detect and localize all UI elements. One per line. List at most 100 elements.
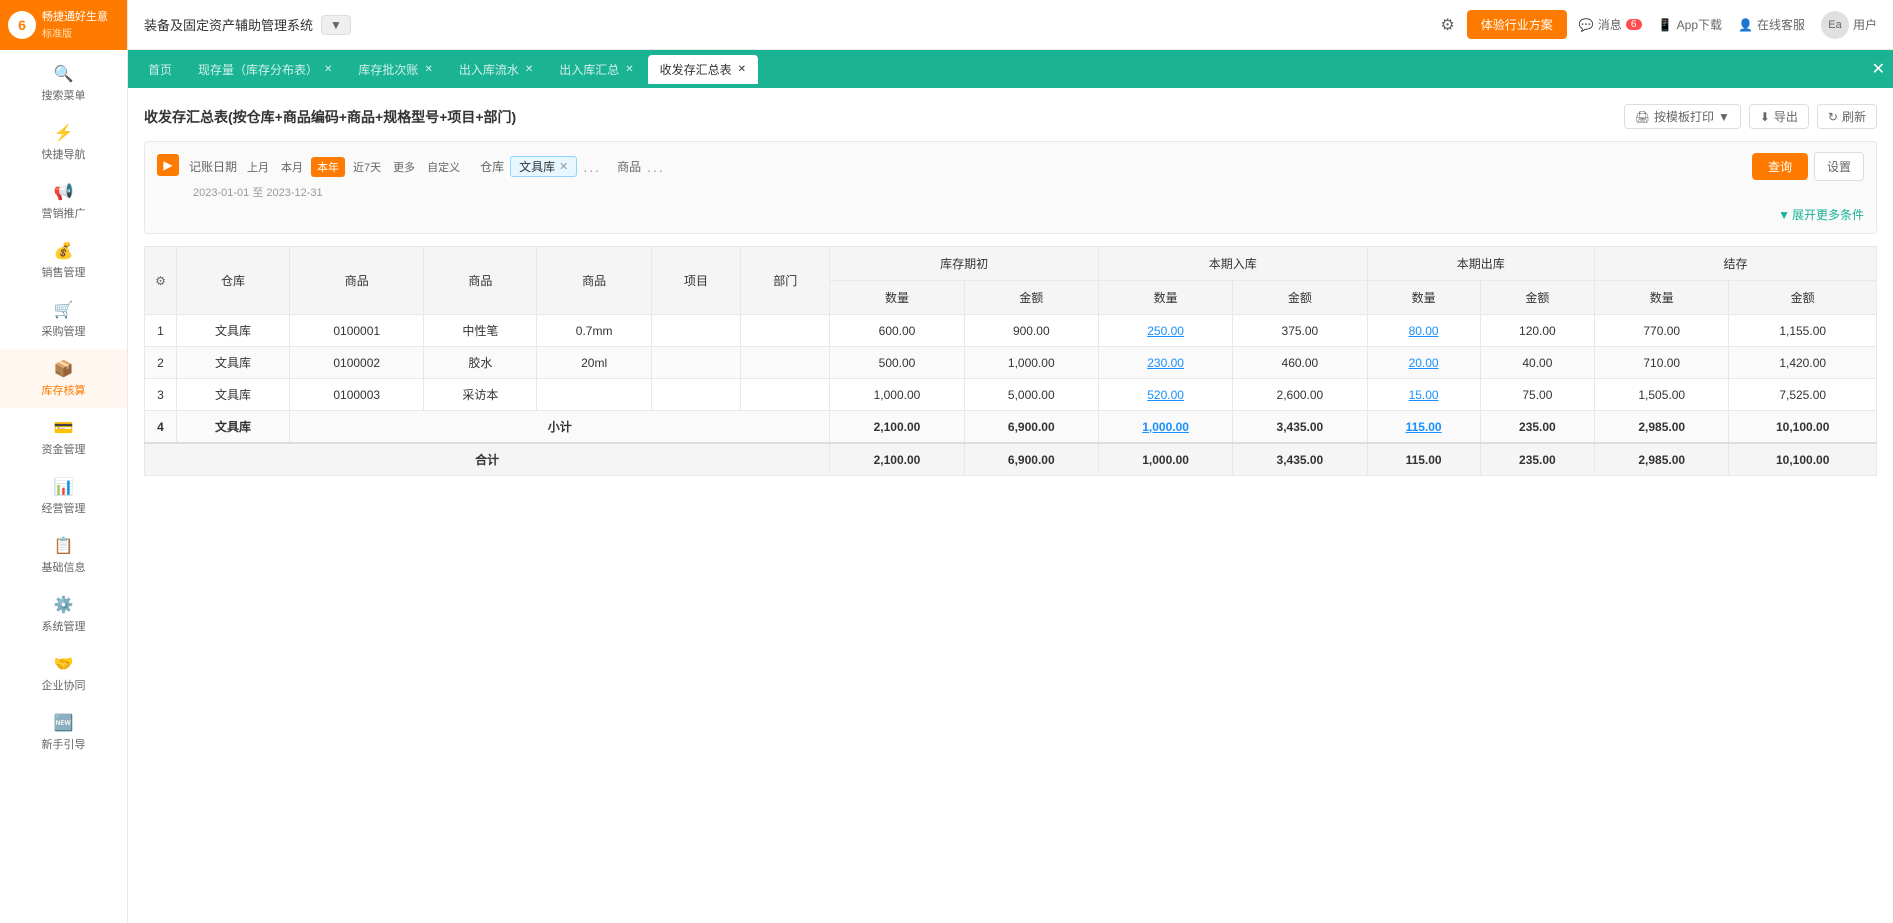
footer-in-amt: 3,435.00 (1233, 443, 1367, 476)
sidebar-item-sales-label: 销售管理 (42, 264, 86, 280)
warehouse-dots[interactable]: ... (583, 159, 601, 175)
user-label: 用户 (1853, 16, 1877, 33)
sales-icon: 💰 (54, 241, 74, 261)
date-btn-this-month[interactable]: 本月 (277, 157, 307, 177)
sidebar-item-search[interactable]: 🔍 搜索菜单 (0, 54, 127, 113)
print-template-btn[interactable]: 🖨 按模板打印 ▼ (1624, 104, 1741, 129)
date-range-display: 2023-01-01 至 2023-12-31 (193, 184, 1864, 200)
print-template-label: 按模板打印 (1654, 108, 1714, 125)
cell-in-qty[interactable]: 230.00 (1098, 347, 1232, 379)
date-btn-more[interactable]: 更多 (389, 157, 419, 177)
sidebar-item-purchase[interactable]: 🛒 采购管理 (0, 290, 127, 349)
table-row: 3 文具库 0100003 采访本 1,000.00 5,000.00 520.… (145, 379, 1877, 411)
th-group-out: 本期出库 (1367, 247, 1595, 281)
query-button[interactable]: 查询 (1752, 153, 1808, 180)
tab-in-out-flow-close[interactable]: ✕ (525, 64, 533, 75)
th-department: 部门 (741, 247, 830, 315)
tab-in-out-summary[interactable]: 出入库汇总 ✕ (547, 55, 645, 84)
cell-no: 2 (145, 347, 177, 379)
online-service-action[interactable]: 👤 在线客服 (1738, 16, 1805, 33)
tab-home[interactable]: 首页 (136, 55, 184, 84)
sidebar-item-cooperation-label: 企业协同 (42, 677, 86, 693)
th-in-qty: 数量 (1098, 281, 1232, 315)
sidebar-item-basic-info-label: 基础信息 (42, 559, 86, 575)
system-dropdown[interactable]: ▼ (321, 15, 351, 35)
tab-inventory-dist[interactable]: 现存量（库存分布表） ✕ (186, 55, 344, 84)
cell-in-amt: 460.00 (1233, 347, 1367, 379)
sidebar-item-cooperation[interactable]: 🤝 企业协同 (0, 644, 127, 703)
date-btn-7days[interactable]: 近7天 (349, 157, 385, 177)
subtotal-balance-amt: 10,100.00 (1729, 411, 1877, 444)
cell-department (741, 315, 830, 347)
cell-in-amt: 375.00 (1233, 315, 1367, 347)
sidebar-item-quick-nav-label: 快捷导航 (42, 146, 86, 162)
guide-icon: 🆕 (54, 713, 74, 733)
message-icon: 💬 (1579, 18, 1594, 32)
sidebar-item-basic-info[interactable]: 📋 基础信息 (0, 526, 127, 585)
marketing-icon: 📢 (54, 182, 74, 202)
column-settings-icon[interactable]: ⚙ (155, 274, 166, 288)
user-action[interactable]: Ea 用户 (1821, 11, 1877, 39)
refresh-btn[interactable]: ↻ 刷新 (1817, 104, 1877, 129)
subtotal-in-qty[interactable]: 1,000.00 (1098, 411, 1232, 444)
warehouse-tag: 文具库 ✕ (510, 156, 577, 177)
service-icon: 👤 (1738, 18, 1753, 32)
cell-product-spec: 0.7mm (537, 315, 651, 347)
sidebar-item-inventory[interactable]: 📦 库存核算 (0, 349, 127, 408)
filter-expand-arrow[interactable]: ▶ (157, 154, 179, 176)
gear-icon[interactable]: ⚙ (1440, 15, 1454, 35)
setting-button[interactable]: 设置 (1814, 152, 1864, 181)
sidebar-item-marketing[interactable]: 📢 营销推广 (0, 172, 127, 231)
cell-project (651, 379, 740, 411)
cell-out-qty[interactable]: 80.00 (1367, 315, 1480, 347)
product-dots[interactable]: ... (647, 159, 665, 175)
app-download-action[interactable]: 📱 App下载 (1658, 16, 1722, 33)
tab-inventory-dist-label: 现存量（库存分布表） (198, 61, 318, 78)
tab-batch-ledger-close[interactable]: ✕ (424, 64, 432, 75)
cell-in-qty[interactable]: 250.00 (1098, 315, 1232, 347)
sidebar-item-system[interactable]: ⚙️ 系统管理 (0, 585, 127, 644)
sidebar-item-quick-nav[interactable]: ⚡ 快捷导航 (0, 113, 127, 172)
sidebar-item-purchase-label: 采购管理 (42, 323, 86, 339)
tab-in-out-summary-close[interactable]: ✕ (625, 64, 633, 75)
sidebar-item-system-label: 系统管理 (42, 618, 86, 634)
date-btn-this-year[interactable]: 本年 (311, 157, 345, 177)
cell-opening-qty: 500.00 (830, 347, 964, 379)
cell-balance-qty: 1,505.00 (1595, 379, 1729, 411)
cell-no: 3 (145, 379, 177, 411)
date-btn-last-month[interactable]: 上月 (243, 157, 273, 177)
logo-sub: 标准版 (42, 25, 108, 40)
print-icon: 🖨 (1635, 110, 1650, 124)
subtotal-out-qty[interactable]: 115.00 (1367, 411, 1480, 444)
export-btn[interactable]: ⬇ 导出 (1749, 104, 1809, 129)
cell-department (741, 347, 830, 379)
tab-batch-ledger[interactable]: 库存批次账 ✕ (346, 55, 444, 84)
tab-recv-send-summary-close[interactable]: ✕ (738, 64, 746, 75)
cell-out-qty[interactable]: 15.00 (1367, 379, 1480, 411)
tab-inventory-dist-close[interactable]: ✕ (324, 64, 332, 75)
close-all-tabs[interactable]: ✕ (1872, 59, 1885, 79)
cell-warehouse: 文具库 (177, 379, 290, 411)
expand-more-conditions[interactable]: ▼ 展开更多条件 (1778, 206, 1864, 223)
cell-in-qty[interactable]: 520.00 (1098, 379, 1232, 411)
sidebar-item-operations[interactable]: 📊 经营管理 (0, 467, 127, 526)
th-product-name: 商品 (424, 247, 537, 315)
tab-batch-ledger-label: 库存批次账 (358, 61, 418, 78)
sidebar-item-sales[interactable]: 💰 销售管理 (0, 231, 127, 290)
topbar-actions: 💬 消息 6 📱 App下载 👤 在线客服 Ea 用户 (1579, 11, 1877, 39)
date-btn-custom[interactable]: 自定义 (423, 157, 464, 177)
warehouse-tag-close[interactable]: ✕ (559, 160, 568, 173)
cell-out-qty[interactable]: 20.00 (1367, 347, 1480, 379)
cell-opening-amt: 5,000.00 (964, 379, 1098, 411)
logo-text: 畅捷通好生意 (42, 10, 108, 24)
try-btn[interactable]: 体验行业方案 (1467, 10, 1567, 39)
sidebar-item-guide[interactable]: 🆕 新手引导 (0, 703, 127, 762)
tab-in-out-flow[interactable]: 出入库流水 ✕ (447, 55, 545, 84)
sidebar-item-guide-label: 新手引导 (42, 736, 86, 752)
sidebar-item-finance[interactable]: 💳 资金管理 (0, 408, 127, 467)
cell-warehouse: 文具库 (177, 347, 290, 379)
inventory-icon: 📦 (54, 359, 74, 379)
messages-action[interactable]: 💬 消息 6 (1579, 16, 1642, 33)
th-settings[interactable]: ⚙ (145, 247, 177, 315)
tab-recv-send-summary[interactable]: 收发存汇总表 ✕ (648, 55, 758, 84)
